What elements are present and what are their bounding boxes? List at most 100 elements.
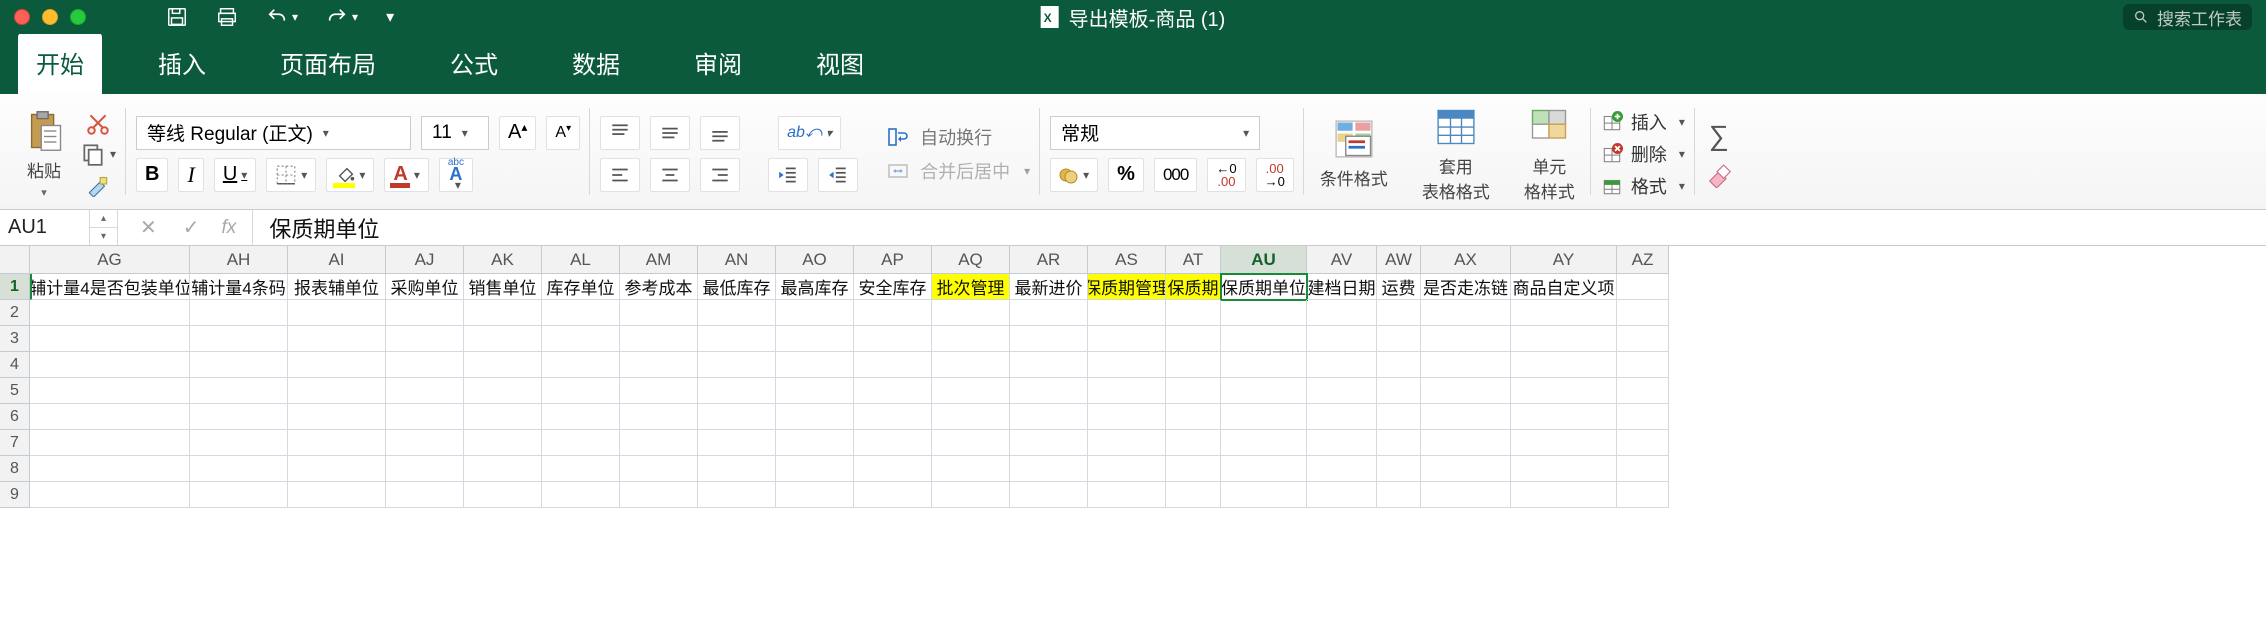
- formula-input[interactable]: 保质期单位: [253, 212, 2266, 244]
- cell[interactable]: [1166, 430, 1221, 456]
- redo-button[interactable]: ▾: [326, 6, 358, 28]
- cell[interactable]: [386, 300, 464, 326]
- cell[interactable]: [30, 326, 190, 352]
- increase-indent-button[interactable]: [818, 158, 858, 192]
- cell[interactable]: [1421, 456, 1511, 482]
- cell[interactable]: 辅计量4条码: [190, 274, 288, 300]
- column-header[interactable]: AV: [1307, 246, 1377, 274]
- cell[interactable]: [30, 404, 190, 430]
- increase-font-button[interactable]: A▴: [499, 116, 536, 150]
- align-right-button[interactable]: [700, 158, 740, 192]
- cell[interactable]: [620, 456, 698, 482]
- cell[interactable]: [1377, 404, 1421, 430]
- format-painter-button[interactable]: [80, 171, 116, 197]
- cell[interactable]: [698, 326, 776, 352]
- cell[interactable]: [190, 456, 288, 482]
- cell[interactable]: [1377, 352, 1421, 378]
- cell[interactable]: [30, 352, 190, 378]
- phonetic-guide-button[interactable]: abcA▾: [439, 158, 473, 192]
- cell[interactable]: [1617, 274, 1669, 300]
- cell[interactable]: 运费: [1377, 274, 1421, 300]
- cell-styles-button[interactable]: 单元 格样式: [1518, 103, 1581, 205]
- cell[interactable]: [1307, 404, 1377, 430]
- border-button[interactable]: ▾: [266, 158, 316, 192]
- cell[interactable]: [30, 456, 190, 482]
- cell[interactable]: [1221, 404, 1307, 430]
- cell[interactable]: [190, 378, 288, 404]
- row-header[interactable]: 2: [0, 300, 30, 326]
- cell[interactable]: [854, 300, 932, 326]
- cell[interactable]: [1088, 378, 1166, 404]
- tab-page-layout[interactable]: 页面布局: [262, 33, 394, 94]
- cell[interactable]: [464, 352, 542, 378]
- cell[interactable]: [542, 378, 620, 404]
- cell[interactable]: [620, 378, 698, 404]
- cell[interactable]: [698, 300, 776, 326]
- tab-review[interactable]: 审阅: [676, 33, 760, 94]
- cell[interactable]: [542, 456, 620, 482]
- column-header[interactable]: AQ: [932, 246, 1010, 274]
- cell[interactable]: [1307, 326, 1377, 352]
- cell[interactable]: [1511, 352, 1617, 378]
- format-cells-button[interactable]: 格式▾: [1601, 171, 1685, 201]
- cell[interactable]: [932, 300, 1010, 326]
- tab-home[interactable]: 开始: [18, 33, 102, 94]
- cell[interactable]: [1421, 430, 1511, 456]
- cell[interactable]: 参考成本: [620, 274, 698, 300]
- cell[interactable]: [464, 300, 542, 326]
- cell[interactable]: [386, 404, 464, 430]
- column-header[interactable]: AR: [1010, 246, 1088, 274]
- cell[interactable]: [542, 404, 620, 430]
- cell[interactable]: [288, 482, 386, 508]
- decrease-decimal-button[interactable]: .00→0: [1256, 158, 1294, 192]
- cell[interactable]: [776, 430, 854, 456]
- cell[interactable]: 采购单位: [386, 274, 464, 300]
- conditional-formatting-button[interactable]: 条件格式: [1314, 115, 1394, 192]
- cell[interactable]: [698, 404, 776, 430]
- cell[interactable]: 最低库存: [698, 274, 776, 300]
- cell[interactable]: 最新进价: [1010, 274, 1088, 300]
- align-left-button[interactable]: [600, 158, 640, 192]
- cell[interactable]: [1088, 352, 1166, 378]
- column-header[interactable]: AL: [542, 246, 620, 274]
- cancel-formula-button[interactable]: ✕: [140, 215, 157, 240]
- cell[interactable]: [776, 378, 854, 404]
- cell[interactable]: [386, 456, 464, 482]
- cell[interactable]: [1617, 300, 1669, 326]
- cell[interactable]: [1166, 482, 1221, 508]
- column-header[interactable]: AH: [190, 246, 288, 274]
- cell[interactable]: [1617, 352, 1669, 378]
- cell[interactable]: [464, 378, 542, 404]
- decrease-font-button[interactable]: A▾: [546, 116, 580, 150]
- cell[interactable]: [1377, 300, 1421, 326]
- row-header[interactable]: 5: [0, 378, 30, 404]
- print-icon[interactable]: [216, 6, 238, 28]
- cell[interactable]: [932, 404, 1010, 430]
- cell[interactable]: [1166, 300, 1221, 326]
- cell[interactable]: [1010, 456, 1088, 482]
- name-box[interactable]: AU1: [0, 210, 90, 245]
- cell[interactable]: [698, 456, 776, 482]
- orientation-button[interactable]: ab⤺▾: [778, 116, 841, 150]
- cell[interactable]: [386, 482, 464, 508]
- cell[interactable]: [776, 456, 854, 482]
- cell[interactable]: [542, 300, 620, 326]
- cell[interactable]: [620, 326, 698, 352]
- search-sheet-input[interactable]: 搜索工作表: [2123, 4, 2252, 30]
- cell[interactable]: [932, 456, 1010, 482]
- cell[interactable]: [190, 326, 288, 352]
- cell[interactable]: [1617, 404, 1669, 430]
- column-header[interactable]: AK: [464, 246, 542, 274]
- row-header[interactable]: 9: [0, 482, 30, 508]
- column-header[interactable]: AW: [1377, 246, 1421, 274]
- cell[interactable]: [620, 300, 698, 326]
- cell[interactable]: [1421, 326, 1511, 352]
- bold-button[interactable]: B: [136, 158, 168, 192]
- cell[interactable]: [386, 430, 464, 456]
- cell[interactable]: 最高库存: [776, 274, 854, 300]
- cell[interactable]: [386, 352, 464, 378]
- cell[interactable]: 保质期单位: [1221, 274, 1307, 300]
- cell[interactable]: [1221, 326, 1307, 352]
- cell[interactable]: [30, 300, 190, 326]
- align-top-button[interactable]: [600, 116, 640, 150]
